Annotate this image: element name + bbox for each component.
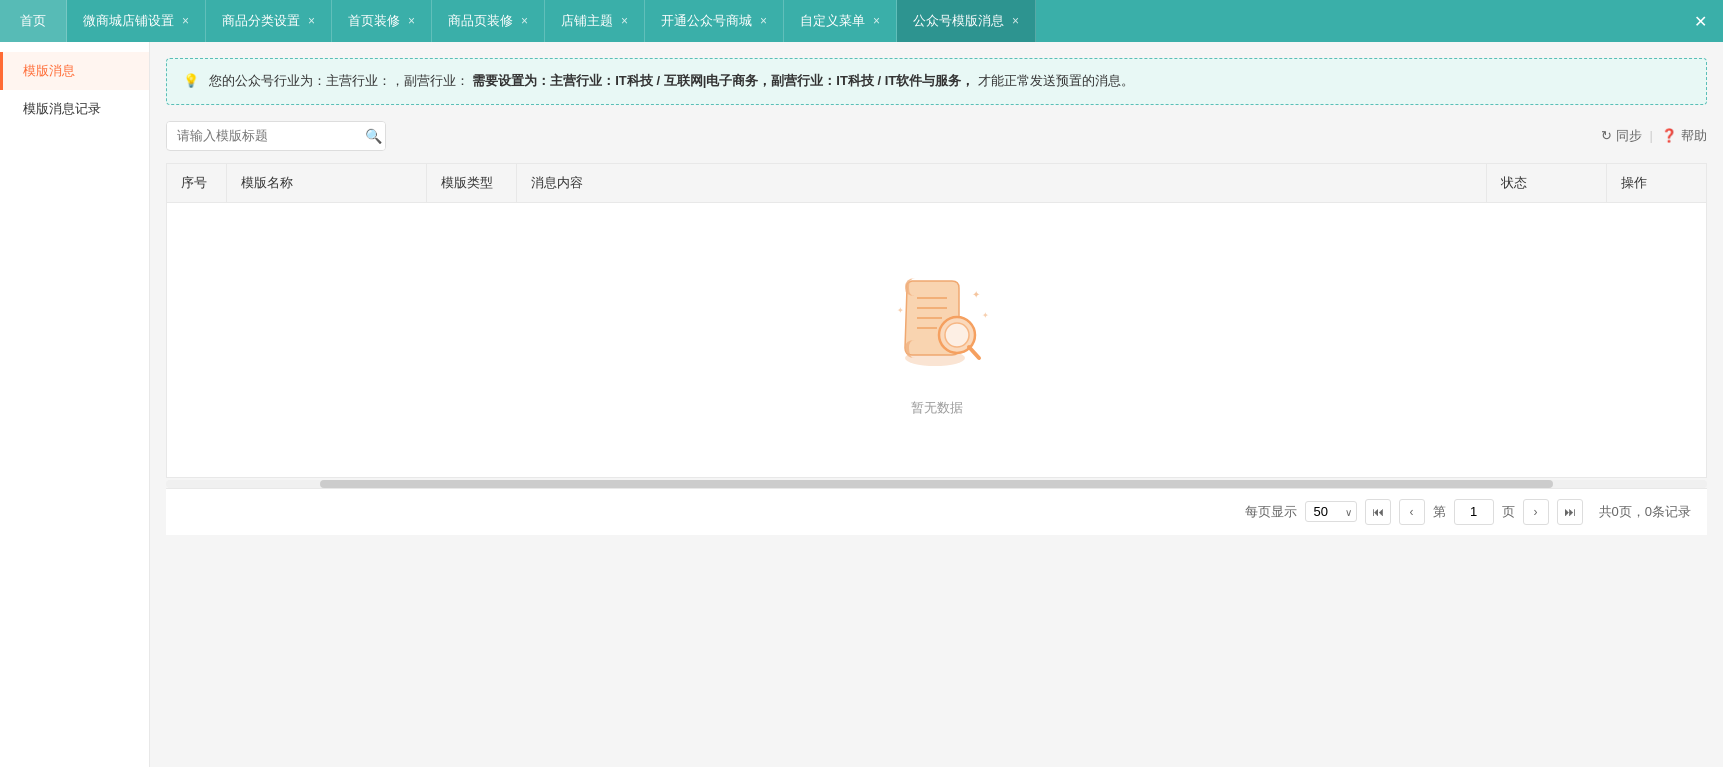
col-index: 序号 bbox=[167, 163, 227, 202]
svg-text:✦: ✦ bbox=[972, 289, 980, 300]
col-actions: 操作 bbox=[1607, 163, 1707, 202]
tab-category-settings[interactable]: 商品分类设置 × bbox=[206, 0, 332, 42]
toolbar: 🔍 ↻ 同步 | ❓ 帮助 bbox=[166, 121, 1707, 151]
data-table: 序号 模版名称 模版类型 消息内容 状态 bbox=[166, 163, 1707, 478]
col-name: 模版名称 bbox=[227, 163, 427, 202]
main-layout: 模版消息 模版消息记录 💡 您的公众号行业为：主营行业：，副营行业： 需要设置为… bbox=[0, 42, 1723, 767]
horizontal-scrollbar[interactable] bbox=[166, 480, 1707, 488]
tab-bar: 首页 微商城店铺设置 × 商品分类设置 × 首页装修 × 商品页装修 × 店铺主… bbox=[0, 0, 1723, 42]
close-all-button[interactable]: ✕ bbox=[1678, 12, 1723, 31]
pagination: 每页显示 50 20 100 ⏮ ‹ 第 1 页 › ⏭ 共0页，0条记录 bbox=[166, 488, 1707, 535]
notice-icon: 💡 bbox=[183, 73, 199, 88]
svg-text:✦: ✦ bbox=[897, 306, 904, 315]
toolbar-right: ↻ 同步 | ❓ 帮助 bbox=[1601, 127, 1707, 145]
sync-icon: ↻ bbox=[1601, 128, 1612, 143]
col-content: 消息内容 bbox=[517, 163, 1487, 202]
sidebar-item-template-message[interactable]: 模版消息 bbox=[0, 52, 149, 90]
tab-close-icon[interactable]: × bbox=[521, 14, 528, 28]
per-page-select[interactable]: 50 20 100 bbox=[1305, 501, 1357, 522]
empty-text: 暂无数据 bbox=[911, 399, 963, 417]
prev-page-button[interactable]: ‹ bbox=[1399, 499, 1425, 525]
table-empty-row: ✦ ✦ ✦ 暂无数据 bbox=[167, 202, 1707, 477]
search-button[interactable]: 🔍 bbox=[355, 122, 386, 150]
empty-illustration: ✦ ✦ ✦ bbox=[877, 263, 997, 383]
tab-product-decor[interactable]: 商品页装修 × bbox=[432, 0, 545, 42]
tab-custom-menu[interactable]: 自定义菜单 × bbox=[784, 0, 897, 42]
svg-text:✦: ✦ bbox=[982, 311, 989, 320]
search-input[interactable] bbox=[167, 122, 355, 149]
col-status: 状态 bbox=[1487, 163, 1607, 202]
sync-button[interactable]: ↻ 同步 bbox=[1601, 127, 1642, 145]
help-icon: ❓ bbox=[1661, 128, 1677, 143]
empty-state: ✦ ✦ ✦ 暂无数据 bbox=[167, 203, 1706, 477]
tab-home[interactable]: 首页 bbox=[0, 0, 67, 42]
tab-shop-settings[interactable]: 微商城店铺设置 × bbox=[67, 0, 206, 42]
tab-close-icon[interactable]: × bbox=[408, 14, 415, 28]
next-page-button[interactable]: › bbox=[1523, 499, 1549, 525]
sidebar-item-template-record[interactable]: 模版消息记录 bbox=[0, 90, 149, 128]
toolbar-divider: | bbox=[1650, 128, 1653, 143]
tab-home-decor[interactable]: 首页装修 × bbox=[332, 0, 432, 42]
search-box: 🔍 bbox=[166, 121, 386, 151]
help-button[interactable]: ❓ 帮助 bbox=[1661, 127, 1707, 145]
tab-close-icon[interactable]: × bbox=[760, 14, 767, 28]
table-container: 序号 模版名称 模版类型 消息内容 状态 bbox=[166, 163, 1707, 535]
tab-shop-theme[interactable]: 店铺主题 × bbox=[545, 0, 645, 42]
first-page-button[interactable]: ⏮ bbox=[1365, 499, 1391, 525]
tab-close-icon[interactable]: × bbox=[308, 14, 315, 28]
sidebar: 模版消息 模版消息记录 bbox=[0, 42, 150, 767]
search-icon: 🔍 bbox=[365, 128, 382, 144]
notice-banner: 💡 您的公众号行业为：主营行业：，副营行业： 需要设置为：主营行业：IT科技 /… bbox=[166, 58, 1707, 105]
per-page-select-wrapper[interactable]: 50 20 100 bbox=[1305, 501, 1357, 522]
tab-template-message[interactable]: 公众号模版消息 × bbox=[897, 0, 1036, 42]
tab-close-icon[interactable]: × bbox=[182, 14, 189, 28]
tab-wechat-shop[interactable]: 开通公众号商城 × bbox=[645, 0, 784, 42]
page-number-input[interactable]: 1 bbox=[1454, 499, 1494, 525]
svg-point-6 bbox=[945, 323, 969, 347]
col-type: 模版类型 bbox=[427, 163, 517, 202]
tab-close-icon[interactable]: × bbox=[621, 14, 628, 28]
tab-close-icon[interactable]: × bbox=[873, 14, 880, 28]
svg-line-7 bbox=[969, 347, 979, 358]
total-info: 共0页，0条记录 bbox=[1599, 503, 1691, 521]
content-area: 💡 您的公众号行业为：主营行业：，副营行业： 需要设置为：主营行业：IT科技 /… bbox=[150, 42, 1723, 767]
last-page-button[interactable]: ⏭ bbox=[1557, 499, 1583, 525]
scrollbar-thumb[interactable] bbox=[320, 480, 1553, 488]
tab-close-icon[interactable]: × bbox=[1012, 14, 1019, 28]
table-header-row: 序号 模版名称 模版类型 消息内容 状态 bbox=[167, 163, 1707, 202]
